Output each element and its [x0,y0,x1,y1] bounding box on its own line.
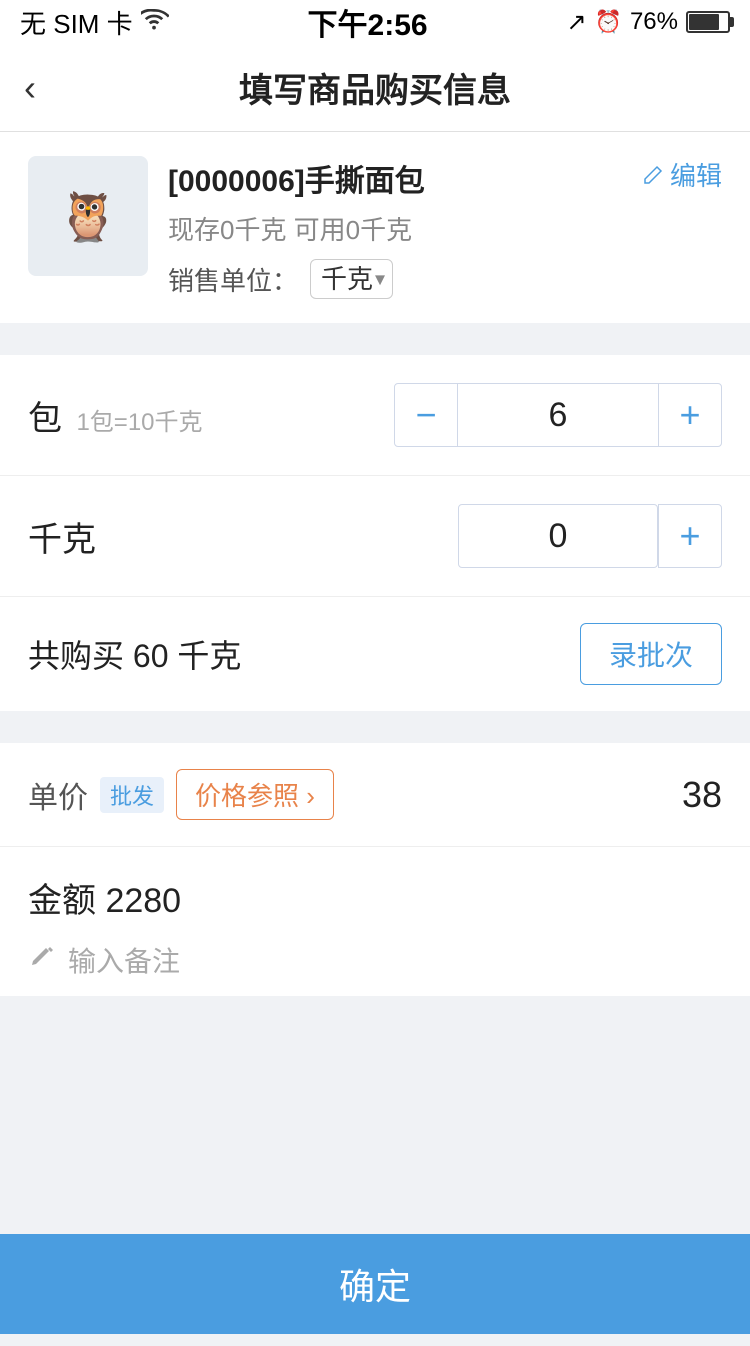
remark-row[interactable]: 输入备注 [28,940,722,980]
kg-label: 千克 [28,512,96,561]
total-label: 共购买 60 千克 [28,631,241,677]
divider-1 [0,339,750,355]
product-name: [0000006]手撕面包 [168,156,642,200]
bag-minus-button[interactable]: − [394,383,458,447]
kg-qty-row: 千克 + [0,476,750,597]
total-section: 共购买 60 千克 录批次 [0,597,750,711]
price-value: 38 [682,774,722,816]
bag-hint: 1包=10千克 [76,409,202,436]
confirm-button[interactable]: 确定 [0,1234,750,1334]
bag-label: 包 [28,400,62,438]
quantity-section: 包 1包=10千克 − + 千克 + [0,355,750,597]
bag-label-group: 包 1包=10千克 [28,391,203,440]
bag-qty-row: 包 1包=10千克 − + [0,355,750,476]
amount-section: 金额 2280 输入备注 [0,847,750,996]
nav-bar: ‹ 填写商品购买信息 [0,44,750,132]
divider-2 [0,727,750,743]
location-icon: ↗ [566,8,586,37]
unit-select[interactable]: 千克 [310,259,393,299]
price-tag: 批发 [100,777,164,813]
product-info: [0000006]手撕面包 编辑 现存0千克 可用0千克 销售单位： 千克 [168,156,722,299]
edit-label: 编辑 [670,156,722,193]
price-reference-button[interactable]: 价格参照 › [176,769,334,820]
battery-icon [686,11,730,33]
batch-button[interactable]: 录批次 [580,623,722,685]
remark-placeholder: 输入备注 [68,940,180,980]
kg-plus-button[interactable]: + [658,504,722,568]
status-bar: 无 SIM 卡 下午2:56 ↗ ⏰ 76% [0,0,750,44]
price-label: 单价 [28,773,88,817]
product-stock: 现存0千克 可用0千克 [168,210,722,247]
kg-qty-input[interactable] [458,504,658,568]
nav-title: 填写商品购买信息 [239,63,511,112]
pencil-icon [28,943,56,978]
sim-label: 无 SIM 卡 [20,4,133,41]
kg-qty-controls: + [458,504,722,568]
bag-plus-button[interactable]: + [658,383,722,447]
amount-label: 金额 2280 [28,873,722,922]
status-right: ↗ ⏰ 76% [566,8,730,37]
unit-label: 销售单位： [168,261,298,298]
battery-percent: 76% [630,8,678,36]
product-section: 🦉 [0000006]手撕面包 编辑 现存0千克 可用0千克 销售单位： 千克 [0,132,750,323]
unit-select-wrapper[interactable]: 千克 [310,259,393,299]
wifi-icon [141,7,169,38]
status-time: 下午2:56 [308,0,428,44]
bag-qty-controls: − + [394,383,722,447]
price-label-row: 单价 批发 价格参照 › [28,769,334,820]
edit-button[interactable]: 编辑 [642,156,722,193]
bag-qty-input[interactable] [458,383,658,447]
back-button[interactable]: ‹ [24,67,36,109]
alarm-icon: ⏰ [595,9,622,35]
price-section: 单价 批发 价格参照 › 38 [0,743,750,847]
product-thumb-icon: 🦉 [58,188,118,245]
status-left: 无 SIM 卡 [20,4,169,41]
product-thumbnail: 🦉 [28,156,148,276]
product-unit-row: 销售单位： 千克 [168,259,722,299]
